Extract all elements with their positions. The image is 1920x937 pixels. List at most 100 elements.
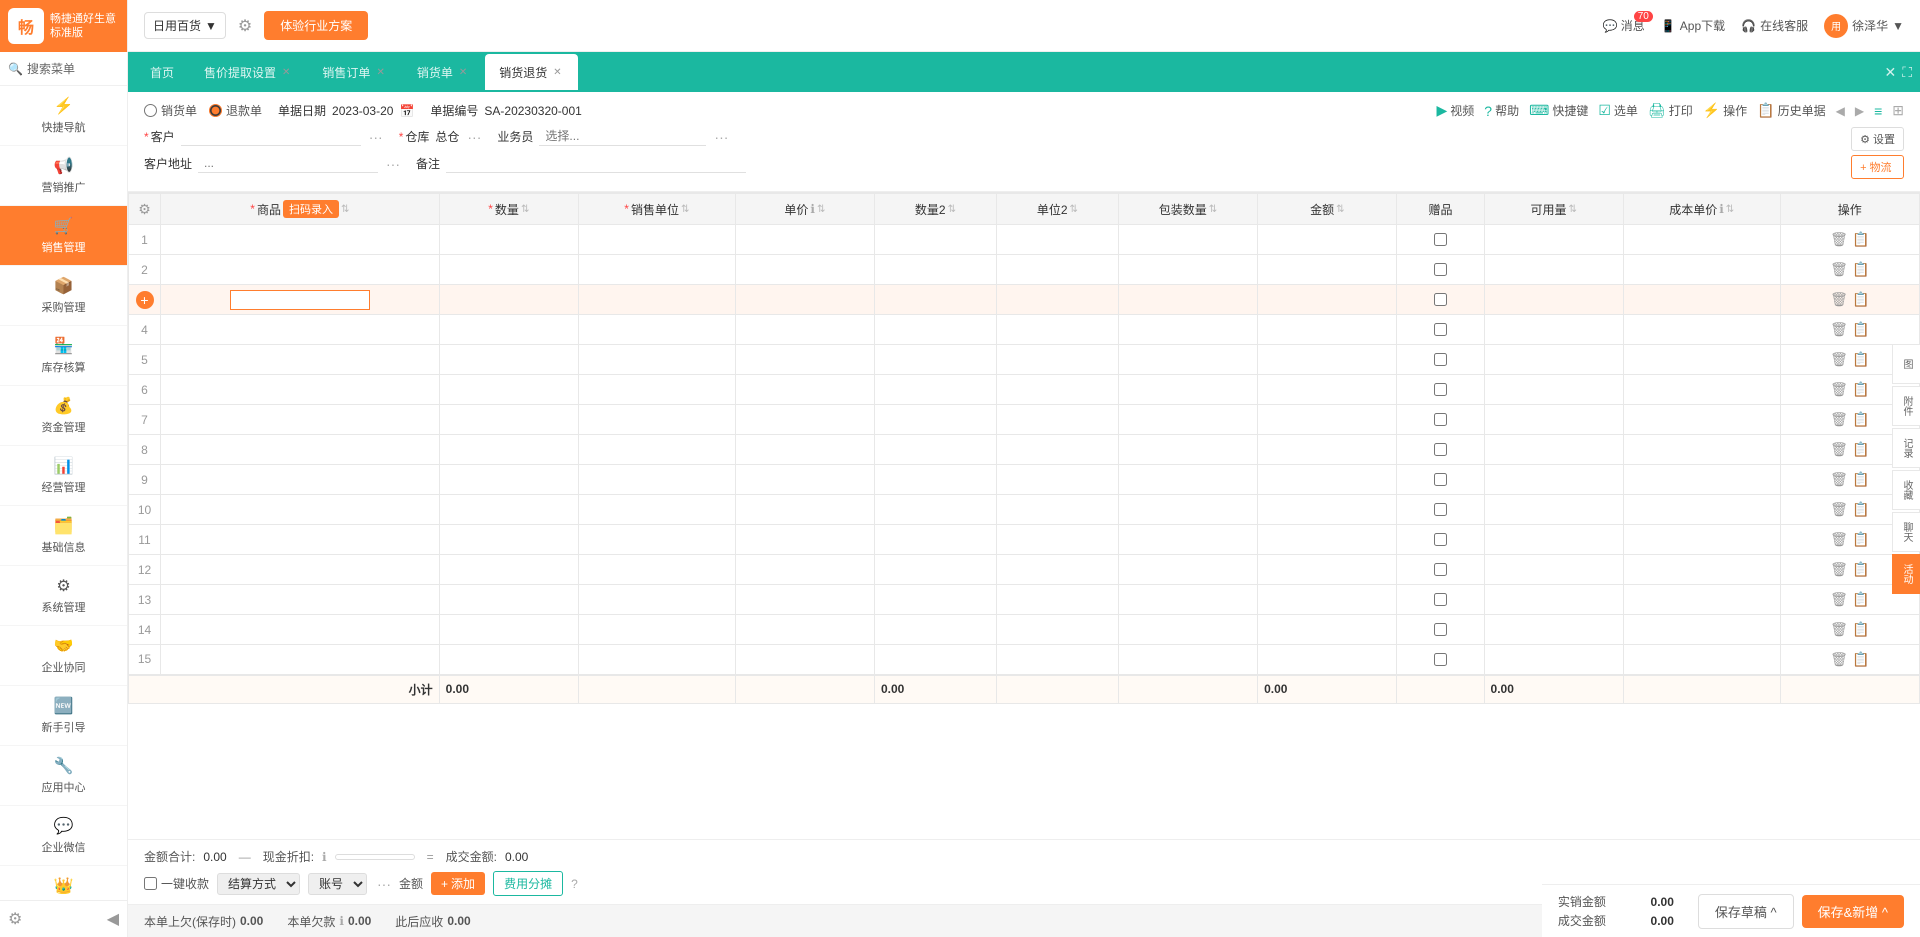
- cell-data[interactable]: [1118, 225, 1257, 255]
- cell-data[interactable]: [578, 285, 735, 315]
- copy-row-icon[interactable]: 📋: [1852, 471, 1869, 488]
- radio-return[interactable]: 退款单: [209, 102, 262, 119]
- account-select[interactable]: 账号: [308, 873, 367, 895]
- cell-data[interactable]: [735, 615, 874, 645]
- cell-data[interactable]: [996, 285, 1118, 315]
- sidebar-item-operation[interactable]: 📊 经营管理: [0, 446, 127, 506]
- cell-data[interactable]: [1118, 435, 1257, 465]
- cell-data[interactable]: [1258, 495, 1397, 525]
- copy-row-icon[interactable]: 📋: [1852, 651, 1869, 668]
- staff-search-icon[interactable]: ···: [714, 129, 728, 145]
- toolbar-shortcut[interactable]: ⌨ 快捷键: [1529, 102, 1588, 119]
- delete-row-icon[interactable]: 🗑: [1830, 321, 1848, 338]
- cell-data[interactable]: [439, 375, 578, 405]
- cell-data[interactable]: [578, 375, 735, 405]
- cell-data[interactable]: [735, 585, 874, 615]
- cell-data[interactable]: [1118, 345, 1257, 375]
- cell-data[interactable]: [1258, 435, 1397, 465]
- fenpai-btn[interactable]: 费用分摊: [493, 871, 563, 896]
- cell-data[interactable]: [1118, 555, 1257, 585]
- cell-cost-price[interactable]: [1623, 285, 1780, 315]
- cell-gift[interactable]: [1397, 495, 1484, 525]
- toolbar-print[interactable]: 🖨 打印: [1648, 102, 1693, 119]
- rqb-chat[interactable]: 聊天: [1892, 512, 1920, 552]
- cell-data[interactable]: [439, 255, 578, 285]
- cell-data[interactable]: [996, 405, 1118, 435]
- sidebar-item-wechat[interactable]: 💬 企业微信: [0, 806, 127, 866]
- cell-data[interactable]: [578, 405, 735, 435]
- view-toggle-list[interactable]: ≡: [1874, 103, 1882, 119]
- delete-row-icon[interactable]: 🗑: [1830, 441, 1848, 458]
- cell-goods[interactable]: [161, 225, 440, 255]
- cell-cost-price[interactable]: [1623, 555, 1780, 585]
- customer-input[interactable]: [181, 127, 361, 146]
- cell-data[interactable]: [578, 585, 735, 615]
- rqb-img[interactable]: 图: [1892, 344, 1920, 384]
- rqb-attach[interactable]: 附件: [1892, 386, 1920, 426]
- toolbar-operate[interactable]: ⚡ 操作: [1703, 102, 1747, 119]
- cell-available[interactable]: [1484, 525, 1623, 555]
- tab-sales-return[interactable]: 销货退货 ✕: [485, 54, 577, 90]
- scan-input-btn[interactable]: 扫码录入: [283, 200, 339, 218]
- copy-row-icon[interactable]: 📋: [1852, 561, 1869, 578]
- cell-data[interactable]: [735, 375, 874, 405]
- cost-info-icon[interactable]: ℹ: [1719, 202, 1724, 216]
- cell-data[interactable]: [1118, 255, 1257, 285]
- history-nav-prev[interactable]: ◀: [1836, 104, 1845, 118]
- cell-data[interactable]: [996, 615, 1118, 645]
- cash-discount-input[interactable]: [335, 854, 415, 860]
- one-click-payment-checkbox[interactable]: 一键收款: [144, 875, 209, 892]
- cell-cost-price[interactable]: [1623, 315, 1780, 345]
- cell-available[interactable]: [1484, 555, 1623, 585]
- account-search-icon[interactable]: ···: [377, 876, 391, 892]
- toolbar-help[interactable]: ? 帮助: [1484, 102, 1519, 119]
- address-search-icon[interactable]: ···: [386, 156, 400, 172]
- cell-data[interactable]: [735, 555, 874, 585]
- cell-available[interactable]: [1484, 285, 1623, 315]
- add-row-btn[interactable]: +: [136, 291, 154, 309]
- cell-data[interactable]: [875, 435, 997, 465]
- calendar-icon[interactable]: 📅: [399, 104, 414, 118]
- delete-row-icon[interactable]: 🗑: [1830, 651, 1848, 668]
- rqb-active[interactable]: 活动: [1892, 554, 1920, 594]
- cell-data[interactable]: [578, 525, 735, 555]
- search-menu-item[interactable]: 🔍 搜索菜单: [0, 52, 127, 86]
- settings-btn[interactable]: ⚙ 设置: [1851, 127, 1904, 151]
- cell-cost-price[interactable]: [1623, 495, 1780, 525]
- tab-price-settings-close[interactable]: ✕: [280, 67, 292, 78]
- cell-data[interactable]: [735, 495, 874, 525]
- cell-data[interactable]: [875, 525, 997, 555]
- cell-data[interactable]: [439, 405, 578, 435]
- cell-data[interactable]: [735, 255, 874, 285]
- cell-data[interactable]: [1258, 555, 1397, 585]
- price-info-icon[interactable]: ℹ: [810, 202, 815, 216]
- cell-goods[interactable]: [161, 585, 440, 615]
- cell-data[interactable]: [735, 405, 874, 435]
- cell-data[interactable]: [735, 225, 874, 255]
- copy-row-icon[interactable]: 📋: [1852, 531, 1869, 548]
- toolbar-history[interactable]: 📋 历史单据: [1757, 102, 1825, 119]
- delete-row-icon[interactable]: 🗑: [1830, 501, 1848, 518]
- view-toggle-grid[interactable]: ⊞: [1892, 102, 1904, 119]
- delete-row-icon[interactable]: 🗑: [1830, 411, 1848, 428]
- cell-data[interactable]: [1258, 615, 1397, 645]
- copy-row-icon[interactable]: 📋: [1852, 321, 1869, 338]
- sidebar-item-member[interactable]: 👑 畅会员: [0, 866, 127, 900]
- cell-gift[interactable]: [1397, 255, 1484, 285]
- cell-available[interactable]: [1484, 495, 1623, 525]
- cell-goods[interactable]: [161, 525, 440, 555]
- staff-input[interactable]: [539, 127, 706, 146]
- cell-goods[interactable]: [161, 465, 440, 495]
- cell-gift[interactable]: [1397, 375, 1484, 405]
- cell-data[interactable]: [996, 435, 1118, 465]
- cell-data[interactable]: [875, 495, 997, 525]
- cell-gift[interactable]: [1397, 345, 1484, 375]
- cell-data[interactable]: [1258, 645, 1397, 675]
- cell-data[interactable]: [439, 615, 578, 645]
- cell-data[interactable]: [1118, 495, 1257, 525]
- cell-goods[interactable]: [161, 645, 440, 675]
- tab-home[interactable]: 首页: [136, 54, 188, 90]
- toolbar-video[interactable]: ▶ 视频: [1437, 102, 1475, 119]
- cell-data[interactable]: [996, 345, 1118, 375]
- cell-data[interactable]: [875, 345, 997, 375]
